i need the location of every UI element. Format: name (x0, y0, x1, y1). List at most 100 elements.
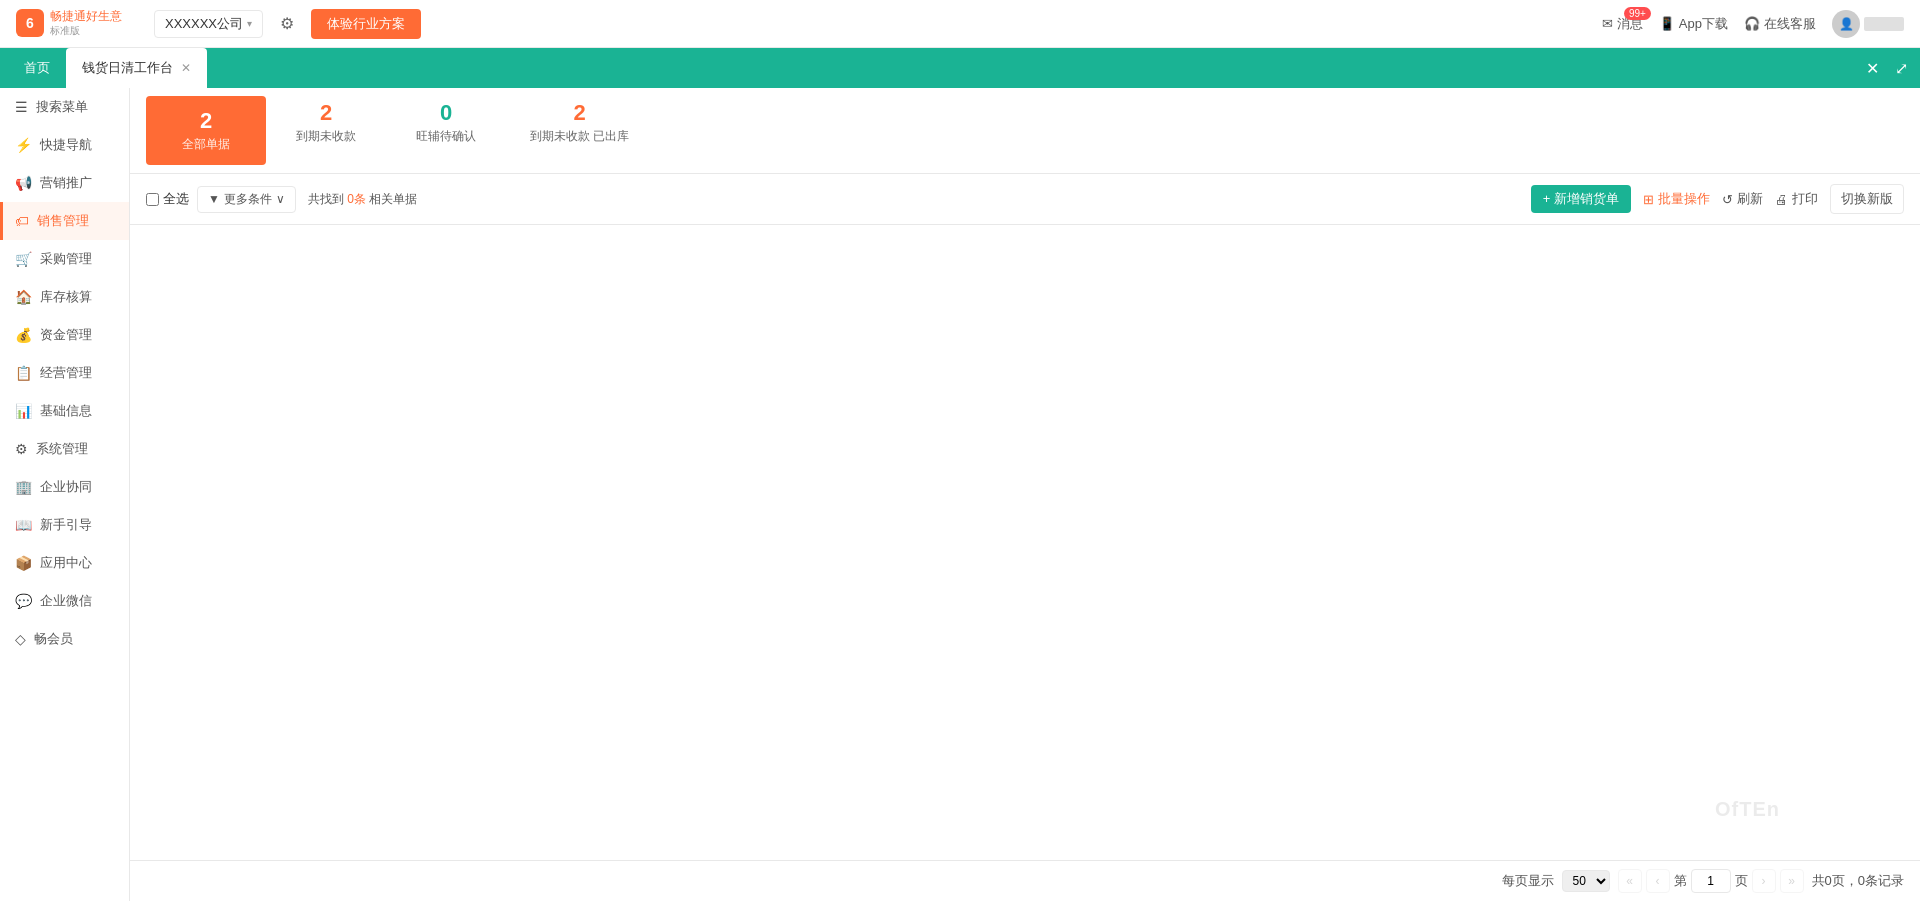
page-size-label: 每页显示 (1502, 872, 1554, 890)
sidebar-item-purchase[interactable]: 🛒 采购管理 (0, 240, 129, 278)
chevron-down-icon: ▾ (247, 18, 252, 29)
sidebar-item-system[interactable]: ⚙ 系统管理 (0, 430, 129, 468)
logo-badge: 标准版 (50, 24, 122, 38)
add-sales-order-button[interactable]: + 新增销货单 (1531, 185, 1631, 213)
sidebar-label-guide: 新手引导 (40, 516, 92, 534)
tab-bar: 首页 钱货日清工作台 ✕ ✕ ⤢ (0, 48, 1920, 88)
trial-button[interactable]: 体验行业方案 (311, 9, 421, 39)
stat-tab-shipped[interactable]: 2 到期未收款 已出库 (506, 88, 653, 173)
sidebar-item-app-center[interactable]: 📦 应用中心 (0, 544, 129, 582)
app-download-label: App下载 (1679, 15, 1728, 33)
toolbar-right: + 新增销货单 ⊞ 批量操作 ↺ 刷新 🖨 打印 切换新版 (1531, 184, 1904, 214)
quick-nav-icon: ⚡ (15, 137, 32, 153)
stat-shipped-number: 2 (574, 100, 586, 126)
message-button[interactable]: ✉ 消息 99+ (1602, 15, 1643, 33)
sidebar-label-inventory: 库存核算 (40, 288, 92, 306)
batch-label: 批量操作 (1658, 190, 1710, 208)
filter-button[interactable]: ▼ 更多条件 ∨ (197, 186, 296, 213)
first-page-icon: « (1626, 874, 1633, 888)
filter-chevron-icon: ∨ (276, 192, 285, 206)
stat-tab-all[interactable]: 2 全部单据 (146, 96, 266, 165)
company-selector[interactable]: XXXXXX公司 ▾ (154, 10, 263, 38)
app-center-icon: 📦 (15, 555, 32, 571)
stat-pending-label: 旺辅待确认 (416, 128, 476, 145)
tab-close-icon[interactable]: ✕ (181, 61, 191, 75)
wecom-icon: 💬 (15, 593, 32, 609)
sidebar-item-marketing[interactable]: 📢 营销推广 (0, 164, 129, 202)
purchase-icon: 🛒 (15, 251, 32, 267)
sidebar: ☰ 搜索菜单 ⚡ 快捷导航 📢 营销推广 🏷 销售管理 🛒 采购管理 🏠 库存核… (0, 88, 130, 901)
last-page-icon: » (1788, 874, 1795, 888)
sidebar-item-base-info[interactable]: 📊 基础信息 (0, 392, 129, 430)
online-service-button[interactable]: 🎧 在线客服 (1744, 15, 1816, 33)
sidebar-item-finance[interactable]: 💰 资金管理 (0, 316, 129, 354)
download-icon: 📱 (1659, 16, 1675, 31)
result-suffix: 相关单据 (369, 192, 417, 206)
avatar: 👤 (1832, 10, 1860, 38)
filter-icon: ▼ (208, 192, 220, 206)
sidebar-item-sales[interactable]: 🏷 销售管理 (0, 202, 129, 240)
filter-label: 更多条件 (224, 191, 272, 208)
tab-workbench[interactable]: 钱货日清工作台 ✕ (66, 48, 207, 88)
top-header: 6 畅捷通好生意 标准版 XXXXXX公司 ▾ ⚙ 体验行业方案 ✉ 消息 99… (0, 0, 1920, 48)
page-nav: « ‹ 第 页 › » (1618, 869, 1804, 893)
first-page-button[interactable]: « (1618, 869, 1642, 893)
page-size-select[interactable]: 50 (1562, 870, 1610, 892)
prev-page-button[interactable]: ‹ (1646, 869, 1670, 893)
last-page-button[interactable]: » (1780, 869, 1804, 893)
sidebar-item-inventory[interactable]: 🏠 库存核算 (0, 278, 129, 316)
sidebar-item-operations[interactable]: 📋 经营管理 (0, 354, 129, 392)
stat-all-label: 全部单据 (182, 136, 230, 153)
result-count: 0条 (347, 192, 366, 206)
sales-icon: 🏷 (15, 213, 29, 229)
select-all-checkbox[interactable]: 全选 (146, 190, 189, 208)
sidebar-item-quick-nav[interactable]: ⚡ 快捷导航 (0, 126, 129, 164)
sidebar-label-marketing: 营销推广 (40, 174, 92, 192)
sidebar-item-member[interactable]: ◇ 畅会员 (0, 620, 129, 658)
sidebar-item-wecom[interactable]: 💬 企业微信 (0, 582, 129, 620)
sidebar-label-wecom: 企业微信 (40, 592, 92, 610)
prev-page-icon: ‹ (1656, 874, 1660, 888)
sidebar-label-app-center: 应用中心 (40, 554, 92, 572)
operations-icon: 📋 (15, 365, 32, 381)
logo-area: 6 畅捷通好生意 标准版 (16, 9, 146, 37)
inventory-icon: 🏠 (15, 289, 32, 305)
online-service-label: 在线客服 (1764, 15, 1816, 33)
tab-home[interactable]: 首页 (8, 48, 66, 88)
batch-operation-button[interactable]: ⊞ 批量操作 (1643, 190, 1710, 208)
sidebar-label-base-info: 基础信息 (40, 402, 92, 420)
tab-maximize-icon[interactable]: ⤢ (1891, 59, 1912, 78)
sidebar-item-search-menu[interactable]: ☰ 搜索菜单 (0, 88, 129, 126)
tab-workbench-label: 钱货日清工作台 (82, 59, 173, 77)
sidebar-label-member: 畅会员 (34, 630, 73, 648)
message-badge: 99+ (1624, 7, 1651, 20)
sidebar-item-guide[interactable]: 📖 新手引导 (0, 506, 129, 544)
tab-close-window-icon[interactable]: ✕ (1862, 59, 1883, 78)
print-button[interactable]: 🖨 打印 (1775, 190, 1818, 208)
refresh-label: 刷新 (1737, 190, 1763, 208)
current-page-input[interactable] (1691, 869, 1731, 893)
stat-tab-pending[interactable]: 0 旺辅待确认 (386, 88, 506, 173)
print-label: 打印 (1792, 190, 1818, 208)
switch-version-button[interactable]: 切换新版 (1830, 184, 1904, 214)
tab-home-label: 首页 (24, 59, 50, 77)
total-info: 共0页，0条记录 (1812, 872, 1904, 890)
stat-tab-overdue[interactable]: 2 到期未收款 (266, 88, 386, 173)
batch-icon: ⊞ (1643, 192, 1654, 207)
print-icon: 🖨 (1775, 192, 1788, 207)
gear-icon: ⚙ (280, 14, 294, 33)
stat-overdue-number: 2 (320, 100, 332, 126)
result-prefix: 共找到 (308, 192, 344, 206)
sidebar-item-enterprise[interactable]: 🏢 企业协同 (0, 468, 129, 506)
refresh-icon: ↺ (1722, 192, 1733, 207)
logo-icon: 6 (16, 9, 44, 37)
user-area[interactable]: 👤 (1832, 10, 1904, 38)
system-icon: ⚙ (15, 441, 28, 457)
sidebar-label-search-menu: 搜索菜单 (36, 98, 88, 116)
select-all-input[interactable] (146, 193, 159, 206)
refresh-button[interactable]: ↺ 刷新 (1722, 190, 1763, 208)
next-page-button[interactable]: › (1752, 869, 1776, 893)
select-all-label: 全选 (163, 190, 189, 208)
app-download-button[interactable]: 📱 App下载 (1659, 15, 1728, 33)
settings-button[interactable]: ⚙ (271, 8, 303, 40)
